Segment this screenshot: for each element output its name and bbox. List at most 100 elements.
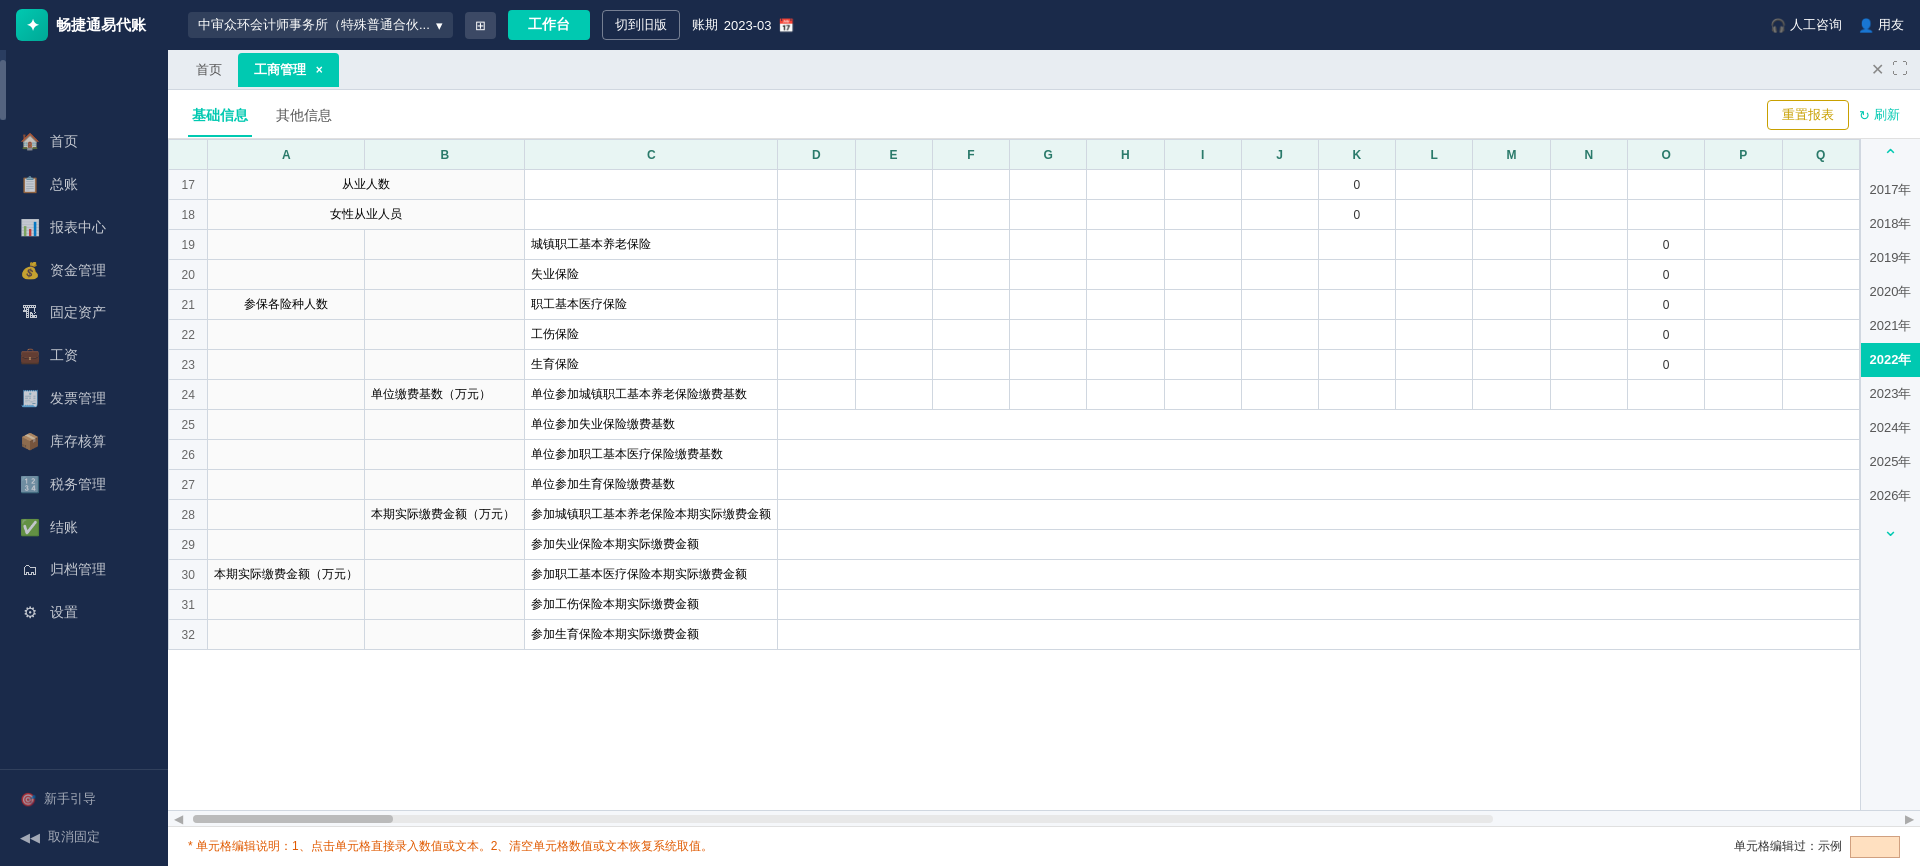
cell-24-p[interactable] xyxy=(1705,380,1782,410)
cell-23-c[interactable]: 生育保险 xyxy=(525,350,778,380)
cell-19-d[interactable] xyxy=(778,230,855,260)
cell-22-m[interactable] xyxy=(1473,320,1550,350)
sidebar-item-inventory[interactable]: 📦 库存核算 xyxy=(0,420,168,463)
year-scroll-down[interactable]: ⌄ xyxy=(1861,513,1920,547)
cell-17-ab[interactable]: 从业人数 xyxy=(208,170,525,200)
cell-19-q[interactable] xyxy=(1782,230,1860,260)
cell-18-e[interactable] xyxy=(855,200,932,230)
cell-19-p[interactable] xyxy=(1705,230,1782,260)
cell-24-q[interactable] xyxy=(1782,380,1860,410)
cell-17-f[interactable] xyxy=(932,170,1009,200)
cell-29-a[interactable] xyxy=(208,530,365,560)
sidebar-item-settings[interactable]: ⚙ 设置 xyxy=(0,591,168,634)
sidebar-item-unpin[interactable]: ◀◀ 取消固定 xyxy=(0,818,168,856)
cell-19-k[interactable] xyxy=(1318,230,1395,260)
cell-22-e[interactable] xyxy=(855,320,932,350)
cell-22-j[interactable] xyxy=(1241,320,1318,350)
year-item-2021[interactable]: 2021年 xyxy=(1861,309,1920,343)
cell-21-m[interactable] xyxy=(1473,290,1550,320)
workbench-button[interactable]: 工作台 xyxy=(508,10,590,40)
cell-23-n[interactable] xyxy=(1550,350,1627,380)
cell-21-f[interactable] xyxy=(932,290,1009,320)
cell-25-rest[interactable] xyxy=(778,410,1860,440)
cell-27-rest[interactable] xyxy=(778,470,1860,500)
cell-24-k[interactable] xyxy=(1318,380,1395,410)
cell-29-b[interactable] xyxy=(365,530,525,560)
cell-21-e[interactable] xyxy=(855,290,932,320)
cell-22-h[interactable] xyxy=(1087,320,1164,350)
cell-19-c[interactable]: 城镇职工基本养老保险 xyxy=(525,230,778,260)
cell-18-o[interactable] xyxy=(1627,200,1704,230)
cell-19-b[interactable] xyxy=(365,230,525,260)
scroll-right-btn[interactable]: ▶ xyxy=(1899,812,1920,826)
cell-18-p[interactable] xyxy=(1705,200,1782,230)
old-version-button[interactable]: 切到旧版 xyxy=(602,10,680,40)
cell-23-b[interactable] xyxy=(365,350,525,380)
cell-21-o[interactable]: 0 xyxy=(1627,290,1704,320)
cell-31-a[interactable] xyxy=(208,590,365,620)
cell-24-e[interactable] xyxy=(855,380,932,410)
cell-21-a[interactable]: 参保各险种人数 xyxy=(208,290,365,320)
cell-18-k[interactable]: 0 xyxy=(1318,200,1395,230)
sidebar-item-tax[interactable]: 🔢 税务管理 xyxy=(0,463,168,506)
cell-23-q[interactable] xyxy=(1782,350,1860,380)
cell-27-b[interactable] xyxy=(365,470,525,500)
cell-21-p[interactable] xyxy=(1705,290,1782,320)
cell-20-g[interactable] xyxy=(1009,260,1086,290)
cell-20-b[interactable] xyxy=(365,260,525,290)
cell-21-b[interactable] xyxy=(365,290,525,320)
cell-21-d[interactable] xyxy=(778,290,855,320)
cell-20-f[interactable] xyxy=(932,260,1009,290)
cell-25-a[interactable] xyxy=(208,410,365,440)
cell-19-n[interactable] xyxy=(1550,230,1627,260)
cell-18-i[interactable] xyxy=(1164,200,1241,230)
cell-22-l[interactable] xyxy=(1396,320,1473,350)
cell-24-o[interactable] xyxy=(1627,380,1704,410)
cell-23-e[interactable] xyxy=(855,350,932,380)
reset-report-button[interactable]: 重置报表 xyxy=(1767,100,1849,130)
cell-19-m[interactable] xyxy=(1473,230,1550,260)
cell-31-c[interactable]: 参加工伤保险本期实际缴费金额 xyxy=(525,590,778,620)
cell-17-h[interactable] xyxy=(1087,170,1164,200)
cell-23-o[interactable]: 0 xyxy=(1627,350,1704,380)
year-item-2024[interactable]: 2024年 xyxy=(1861,411,1920,445)
sidebar-item-guide[interactable]: 🎯 新手引导 xyxy=(0,780,168,818)
cell-18-h[interactable] xyxy=(1087,200,1164,230)
cell-19-e[interactable] xyxy=(855,230,932,260)
cell-20-l[interactable] xyxy=(1396,260,1473,290)
cell-20-m[interactable] xyxy=(1473,260,1550,290)
cell-17-p[interactable] xyxy=(1705,170,1782,200)
cell-32-rest[interactable] xyxy=(778,620,1860,650)
cell-29-c[interactable]: 参加失业保险本期实际缴费金额 xyxy=(525,530,778,560)
cell-20-n[interactable] xyxy=(1550,260,1627,290)
cell-24-i[interactable] xyxy=(1164,380,1241,410)
cell-17-o[interactable] xyxy=(1627,170,1704,200)
cell-23-g[interactable] xyxy=(1009,350,1086,380)
year-item-2022[interactable]: 2022年 xyxy=(1861,343,1920,377)
cell-20-q[interactable] xyxy=(1782,260,1860,290)
cell-17-i[interactable] xyxy=(1164,170,1241,200)
cell-23-h[interactable] xyxy=(1087,350,1164,380)
cell-19-g[interactable] xyxy=(1009,230,1086,260)
cell-19-j[interactable] xyxy=(1241,230,1318,260)
sidebar-item-assets[interactable]: 🏗 固定资产 xyxy=(0,292,168,334)
year-item-2025[interactable]: 2025年 xyxy=(1861,445,1920,479)
cell-19-l[interactable] xyxy=(1396,230,1473,260)
user-menu[interactable]: 👤 用友 xyxy=(1858,16,1904,34)
cell-19-a[interactable] xyxy=(208,230,365,260)
cell-22-q[interactable] xyxy=(1782,320,1860,350)
cell-26-a[interactable] xyxy=(208,440,365,470)
cell-17-m[interactable] xyxy=(1473,170,1550,200)
cell-30-b[interactable] xyxy=(365,560,525,590)
cell-21-n[interactable] xyxy=(1550,290,1627,320)
cell-17-j[interactable] xyxy=(1241,170,1318,200)
cell-17-e[interactable] xyxy=(855,170,932,200)
cell-20-c[interactable]: 失业保险 xyxy=(525,260,778,290)
sidebar-item-payroll[interactable]: 💼 工资 xyxy=(0,334,168,377)
h-scroll-thumb[interactable] xyxy=(193,815,393,823)
cell-17-l[interactable] xyxy=(1396,170,1473,200)
cell-23-d[interactable] xyxy=(778,350,855,380)
cell-27-c[interactable]: 单位参加生育保险缴费基数 xyxy=(525,470,778,500)
cell-22-k[interactable] xyxy=(1318,320,1395,350)
cell-31-rest[interactable] xyxy=(778,590,1860,620)
